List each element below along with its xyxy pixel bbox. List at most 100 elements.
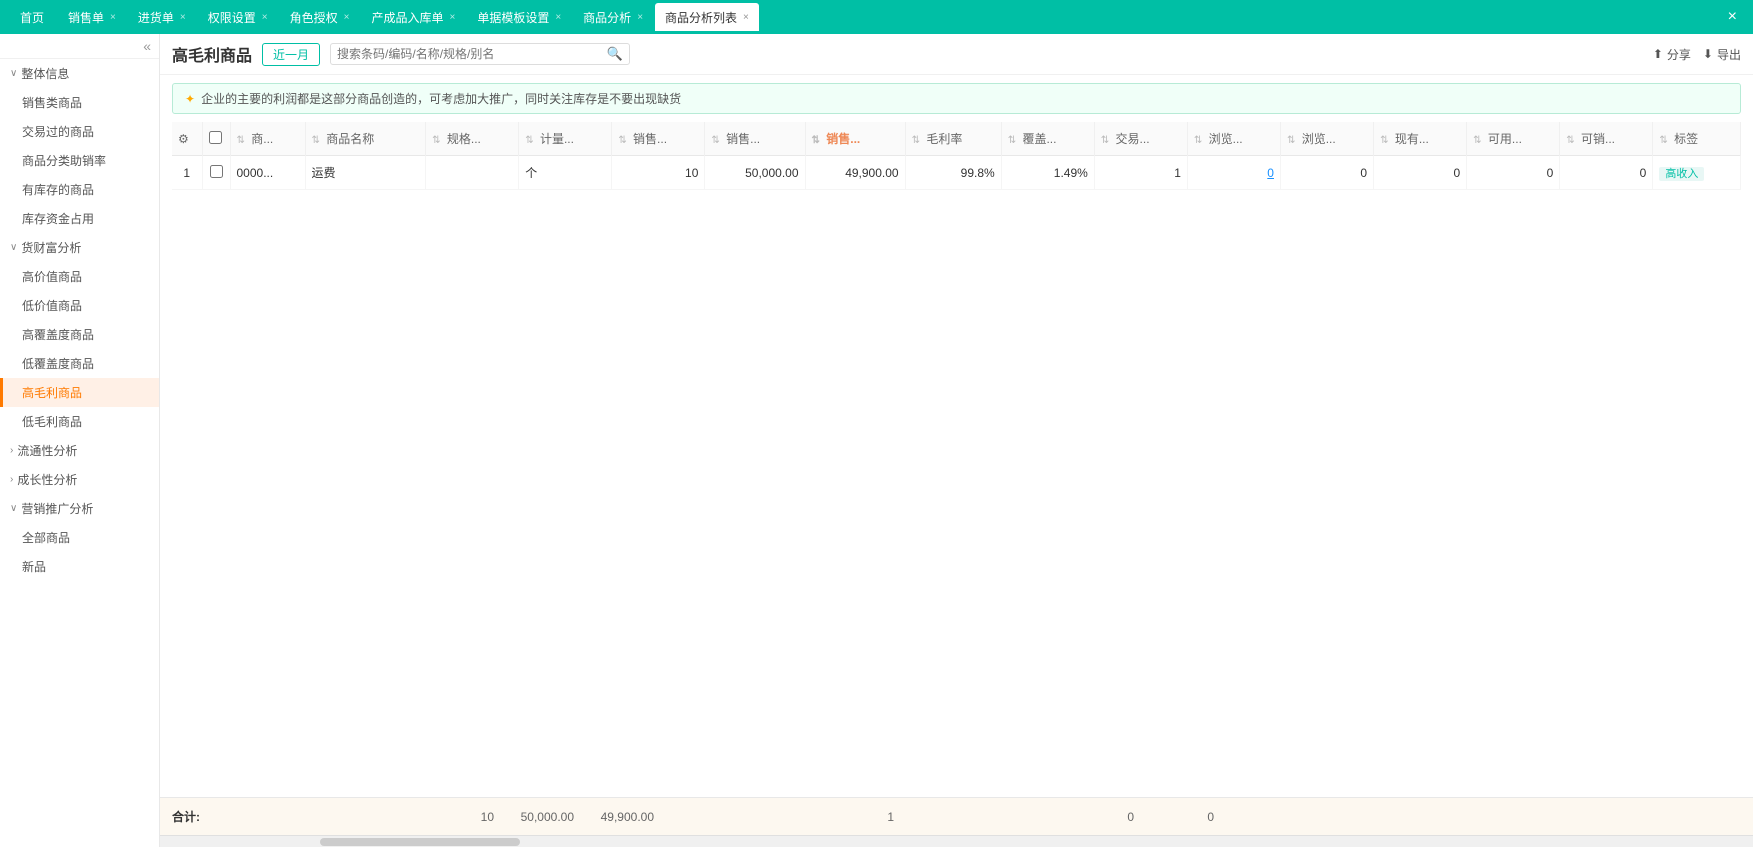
nav-tab-templates[interactable]: 单据模板设置 × (467, 3, 571, 31)
cell-tag: 高收入 (1653, 156, 1741, 190)
sidebar-item-low-coverage[interactable]: 低覆盖度商品 (0, 349, 159, 378)
sort-icon: ⇅ (237, 135, 245, 146)
horizontal-scrollbar[interactable] (160, 835, 1753, 847)
sidebar-item-low-margin[interactable]: 低毛利商品 (0, 407, 159, 436)
footer-empty2 (740, 810, 820, 824)
col-checkbox[interactable] (202, 122, 230, 156)
col-name[interactable]: ⇅ 商品名称 (305, 122, 426, 156)
footer-available: 0 (1140, 810, 1220, 824)
col-code[interactable]: ⇅ 商... (230, 122, 305, 156)
info-icon: ✦ (185, 92, 195, 106)
cell-unit: 个 (519, 156, 612, 190)
top-navigation: 首页 销售单 × 进货单 × 权限设置 × 角色授权 × 产成品入库单 × 单据… (0, 0, 1753, 34)
sort-icon-sqty: ⇅ (618, 135, 626, 146)
settings-icon[interactable]: ⚙ (178, 132, 189, 146)
close-tab-purchase[interactable]: × (180, 12, 186, 23)
nav-tab-permissions[interactable]: 权限设置 × (198, 3, 278, 31)
col-tag[interactable]: ⇅ 标签 (1653, 122, 1741, 156)
sidebar-item-high-coverage[interactable]: 高覆盖度商品 (0, 320, 159, 349)
sidebar-item-sales-goods[interactable]: 销售类商品 (0, 88, 159, 117)
sidebar-item-low-value[interactable]: 低价值商品 (0, 291, 159, 320)
close-tab-analysis[interactable]: × (637, 12, 643, 23)
col-spec[interactable]: ⇅ 规格... (426, 122, 519, 156)
cell-sales-amount: 50,000.00 (705, 156, 805, 190)
sidebar-item-traded-goods[interactable]: 交易过的商品 (0, 117, 159, 146)
info-banner: ✦ 企业的主要的利润都是这部分商品创造的，可考虑加大推广，同时关注库存是不要出现… (172, 83, 1741, 114)
sort-icon-samount: ⇅ (711, 135, 719, 146)
sort-icon-name: ⇅ (312, 135, 320, 146)
col-sales-amount[interactable]: ⇅ 销售... (705, 122, 805, 156)
col-sales-qty[interactable]: ⇅ 销售... (612, 122, 705, 156)
col-current-stock[interactable]: ⇅ 现有... (1374, 122, 1467, 156)
cell-current-stock: 0 (1374, 156, 1467, 190)
footer-sales-qty: 10 (420, 810, 500, 824)
time-filter-button[interactable]: 近一月 (262, 43, 320, 66)
cell-checkbox[interactable] (202, 156, 230, 190)
col-views2[interactable]: ⇅ 浏览... (1280, 122, 1373, 156)
cell-name: 运费 (305, 156, 426, 190)
export-icon: ⬇ (1703, 47, 1713, 61)
page-title: 高毛利商品 (172, 42, 252, 66)
export-button[interactable]: ⬇ 导出 (1703, 46, 1741, 63)
close-tab-sales[interactable]: × (110, 12, 116, 23)
close-tab-permissions[interactable]: × (262, 12, 268, 23)
nav-tab-purchase[interactable]: 进货单 × (128, 3, 196, 31)
table-container: ⚙ ⇅ 商... ⇅ 商品名称 (160, 122, 1753, 797)
search-input[interactable] (337, 47, 603, 61)
col-unit[interactable]: ⇅ 计量... (519, 122, 612, 156)
scroll-thumb[interactable] (320, 838, 520, 846)
close-tab-roles[interactable]: × (344, 12, 350, 23)
sidebar-item-stocked-goods[interactable]: 有库存的商品 (0, 175, 159, 204)
search-icon[interactable]: 🔍 (607, 46, 623, 62)
sidebar-group-growth[interactable]: › 成长性分析 (0, 465, 159, 494)
sidebar-collapse-area: « (0, 34, 159, 59)
select-all-checkbox[interactable] (209, 131, 222, 144)
col-views1[interactable]: ⇅ 浏览... (1187, 122, 1280, 156)
footer-empty4 (980, 810, 1060, 824)
nav-tab-sales[interactable]: 销售单 × (58, 3, 126, 31)
footer-trade: 1 (820, 810, 900, 824)
close-tab-analysis-list[interactable]: × (743, 12, 749, 23)
nav-tab-home[interactable]: 首页 (8, 3, 56, 31)
content-area: 高毛利商品 近一月 🔍 ⬆ 分享 ⬇ 导出 ✦ 企业的主要的利润都是这部分商品创… (160, 34, 1753, 847)
sidebar-item-new-goods[interactable]: 新品 (0, 552, 159, 581)
col-coverage[interactable]: ⇅ 覆盖... (1001, 122, 1094, 156)
table-row: 1 0000... 运费 个 10 50,000.00 49,900.00 99… (172, 156, 1741, 190)
sidebar-group-wealth[interactable]: ∨ 货财富分析 (0, 233, 159, 262)
cell-sales-profit: 49,900.00 (805, 156, 905, 190)
col-sellable[interactable]: ⇅ 可销... (1560, 122, 1653, 156)
sidebar-item-category-rate[interactable]: 商品分类助销率 (0, 146, 159, 175)
sidebar-group-marketing[interactable]: ∨ 营销推广分析 (0, 494, 159, 523)
cell-sellable: 0 (1560, 156, 1653, 190)
sidebar-collapse-button[interactable]: « (143, 38, 151, 54)
window-close-button[interactable]: × (1720, 8, 1745, 26)
sort-icon-sl: ⇅ (1566, 135, 1574, 146)
sort-icon-gm: ⇅ (912, 135, 920, 146)
nav-tab-analysis-list[interactable]: 商品分析列表 × (655, 3, 759, 31)
cell-views1[interactable]: 0 (1187, 156, 1280, 190)
total-label: 合计: (172, 808, 200, 825)
sidebar-item-all-goods[interactable]: 全部商品 (0, 523, 159, 552)
sort-icon-cov: ⇅ (1008, 135, 1016, 146)
row-checkbox[interactable] (210, 165, 223, 178)
col-sales-profit[interactable]: ⇅ 销售... (805, 122, 905, 156)
col-gross-margin[interactable]: ⇅ 毛利率 (905, 122, 1001, 156)
share-button[interactable]: ⬆ 分享 (1653, 46, 1691, 63)
arrow-down-icon-2: ∨ (10, 242, 17, 253)
footer-current-stock: 0 (1060, 810, 1140, 824)
cell-trade: 1 (1094, 156, 1187, 190)
sidebar-item-high-value[interactable]: 高价值商品 (0, 262, 159, 291)
sidebar-group-liquidity[interactable]: › 流通性分析 (0, 436, 159, 465)
nav-tab-products[interactable]: 产成品入库单 × (361, 3, 465, 31)
col-trade[interactable]: ⇅ 交易... (1094, 122, 1187, 156)
nav-tab-roles[interactable]: 角色授权 × (280, 3, 360, 31)
col-settings[interactable]: ⚙ (172, 122, 202, 156)
sort-icon-unit: ⇅ (525, 135, 533, 146)
nav-tab-analysis[interactable]: 商品分析 × (573, 3, 653, 31)
sidebar-group-general[interactable]: ∨ 整体信息 (0, 59, 159, 88)
col-available[interactable]: ⇅ 可用... (1467, 122, 1560, 156)
close-tab-products[interactable]: × (449, 12, 455, 23)
sidebar-item-high-margin[interactable]: 高毛利商品 (0, 378, 159, 407)
close-tab-templates[interactable]: × (555, 12, 561, 23)
sidebar-item-inventory-capital[interactable]: 库存资金占用 (0, 204, 159, 233)
